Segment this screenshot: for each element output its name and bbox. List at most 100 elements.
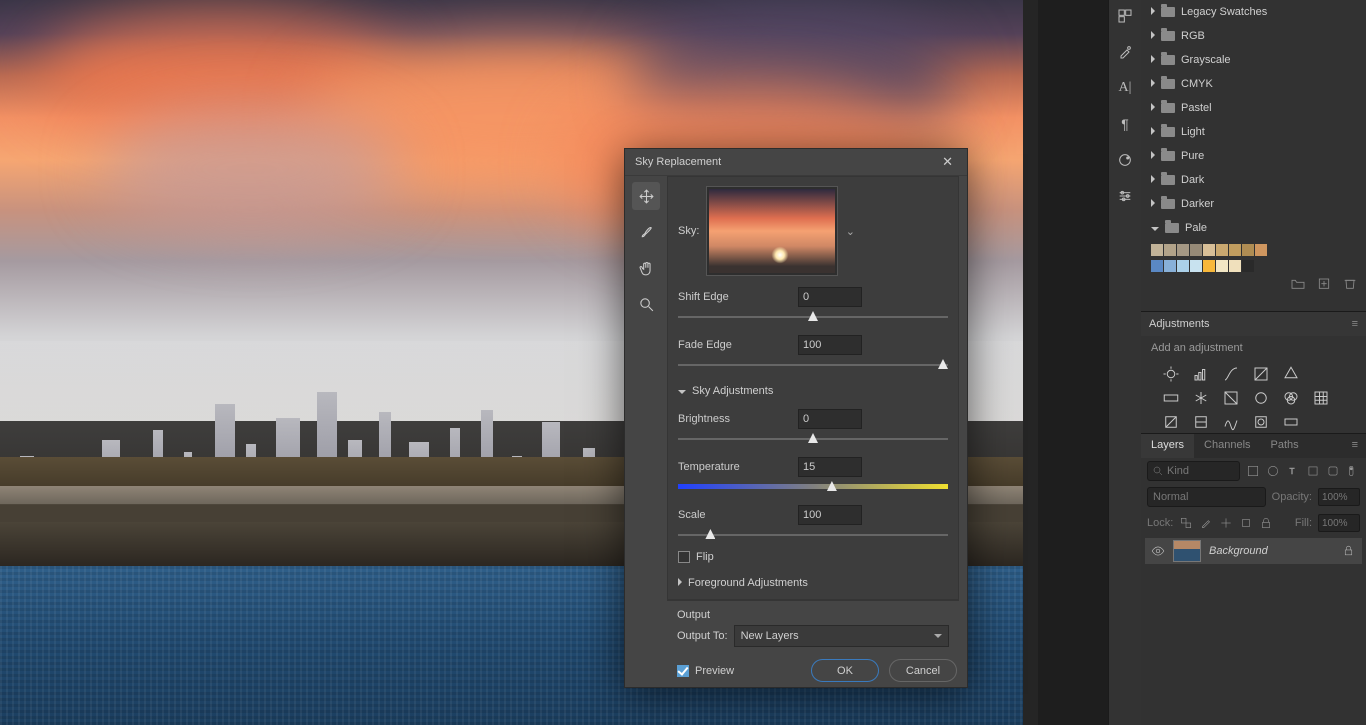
filter-adjust-icon[interactable] — [1266, 464, 1280, 478]
sky-preset-thumbnail[interactable] — [707, 187, 837, 275]
filter-shape-icon[interactable] — [1306, 464, 1320, 478]
lock-paint-icon[interactable] — [1199, 516, 1213, 530]
swatch-palette-icon[interactable] — [1113, 4, 1137, 28]
shift-edge-slider[interactable] — [678, 311, 948, 323]
temperature-input[interactable]: 15 — [798, 457, 862, 477]
swatch[interactable] — [1164, 244, 1176, 256]
swatch-folder[interactable]: Pale — [1141, 216, 1366, 240]
eyedropper-icon[interactable] — [1113, 40, 1137, 64]
tab-layers[interactable]: Layers — [1141, 434, 1194, 458]
curves-icon[interactable] — [1221, 364, 1241, 384]
tab-channels[interactable]: Channels — [1194, 434, 1260, 458]
swatch[interactable] — [1151, 260, 1163, 272]
lock-position-icon[interactable] — [1219, 516, 1233, 530]
scale-input[interactable]: 100 — [798, 505, 862, 525]
brightness-slider[interactable] — [678, 433, 948, 445]
levels-icon[interactable] — [1191, 364, 1211, 384]
swatch-folder[interactable]: CMYK — [1141, 72, 1366, 96]
swatch-folder[interactable]: Light — [1141, 120, 1366, 144]
filter-smart-icon[interactable] — [1326, 464, 1340, 478]
move-tool-icon[interactable] — [632, 182, 660, 210]
filter-toggle-icon[interactable] — [1346, 464, 1360, 478]
selective-color-icon[interactable] — [1251, 412, 1271, 432]
glyph-icon[interactable] — [1113, 148, 1137, 172]
swatch-folder[interactable]: Dark — [1141, 168, 1366, 192]
swatch-folder[interactable]: Pastel — [1141, 96, 1366, 120]
flip-checkbox[interactable]: Flip — [678, 551, 948, 563]
threshold-icon[interactable] — [1221, 412, 1241, 432]
channel-mixer-icon[interactable] — [1281, 388, 1301, 408]
hue-sat-icon[interactable] — [1161, 388, 1181, 408]
lock-transparency-icon[interactable] — [1179, 516, 1193, 530]
swatch-folder[interactable]: RGB — [1141, 24, 1366, 48]
swatch[interactable] — [1203, 244, 1215, 256]
folder-icon[interactable] — [1290, 276, 1306, 290]
scale-slider[interactable] — [678, 529, 948, 541]
swatch-folder[interactable]: Darker — [1141, 192, 1366, 216]
bw-icon[interactable] — [1221, 388, 1241, 408]
swatch[interactable] — [1190, 244, 1202, 256]
shift-edge-input[interactable]: 0 — [798, 287, 862, 307]
swatch[interactable] — [1255, 244, 1267, 256]
layer-filter[interactable]: Kind — [1147, 461, 1240, 481]
swatch-folder[interactable]: Legacy Swatches — [1141, 0, 1366, 24]
swatch[interactable] — [1177, 260, 1189, 272]
filter-pixel-icon[interactable] — [1246, 464, 1260, 478]
trash-icon[interactable] — [1342, 276, 1358, 290]
swatch[interactable] — [1203, 260, 1215, 272]
swatch[interactable] — [1177, 244, 1189, 256]
lock-all-icon[interactable] — [1259, 516, 1273, 530]
color-lookup-icon[interactable] — [1311, 388, 1331, 408]
blend-mode-select[interactable]: Normal — [1147, 487, 1266, 507]
visibility-icon[interactable] — [1151, 544, 1165, 558]
hand-tool-icon[interactable] — [632, 254, 660, 282]
exposure-icon[interactable] — [1251, 364, 1271, 384]
paragraph-icon[interactable]: ¶ — [1113, 112, 1137, 136]
preview-checkbox[interactable]: Preview — [677, 665, 734, 677]
foreground-adjustments-header[interactable]: Foreground Adjustments — [678, 577, 948, 589]
panel-menu-icon[interactable]: ≡ — [1352, 318, 1358, 330]
swatch[interactable] — [1190, 260, 1202, 272]
swatch[interactable] — [1242, 260, 1254, 272]
photo-filter-icon[interactable] — [1251, 388, 1271, 408]
cancel-button[interactable]: Cancel — [889, 659, 957, 682]
swatch[interactable] — [1229, 260, 1241, 272]
layer-background[interactable]: Background — [1145, 538, 1362, 564]
color-balance-icon[interactable] — [1191, 388, 1211, 408]
output-header[interactable]: Output — [677, 609, 949, 621]
sky-preset-dropdown-icon[interactable]: ⌄ — [845, 225, 855, 238]
zoom-tool-icon[interactable] — [632, 290, 660, 318]
panel-menu-icon[interactable]: ≡ — [1344, 434, 1366, 458]
tab-paths[interactable]: Paths — [1261, 434, 1309, 458]
fill-input[interactable]: 100% — [1318, 514, 1360, 532]
brush-tool-icon[interactable] — [632, 218, 660, 246]
lock-artboard-icon[interactable] — [1239, 516, 1253, 530]
swatch-folder[interactable]: Grayscale — [1141, 48, 1366, 72]
vibrance-icon[interactable] — [1281, 364, 1301, 384]
adjustments-header[interactable]: Adjustments ≡ — [1141, 312, 1366, 336]
fade-edge-slider[interactable] — [678, 359, 948, 371]
ok-button[interactable]: OK — [811, 659, 879, 682]
output-to-select[interactable]: New Layers — [734, 625, 949, 647]
posterize-icon[interactable] — [1191, 412, 1211, 432]
swatch[interactable] — [1216, 260, 1228, 272]
new-swatch-icon[interactable] — [1316, 276, 1332, 290]
close-button[interactable]: ✕ — [938, 152, 957, 172]
invert-icon[interactable] — [1161, 412, 1181, 432]
swatch[interactable] — [1242, 244, 1254, 256]
opacity-input[interactable]: 100% — [1318, 488, 1360, 506]
swatch[interactable] — [1229, 244, 1241, 256]
filter-type-icon[interactable]: T — [1286, 464, 1300, 478]
settings-icon[interactable] — [1113, 184, 1137, 208]
sky-adjustments-header[interactable]: Sky Adjustments — [678, 385, 948, 397]
type-icon[interactable]: A| — [1113, 76, 1137, 100]
gradient-map-icon[interactable] — [1281, 412, 1301, 432]
swatch-folder[interactable]: Pure — [1141, 144, 1366, 168]
brightness-contrast-icon[interactable] — [1161, 364, 1181, 384]
swatch[interactable] — [1216, 244, 1228, 256]
brightness-input[interactable]: 0 — [798, 409, 862, 429]
swatch[interactable] — [1164, 260, 1176, 272]
swatch[interactable] — [1151, 244, 1163, 256]
fade-edge-input[interactable]: 100 — [798, 335, 862, 355]
temperature-slider[interactable] — [678, 481, 948, 493]
